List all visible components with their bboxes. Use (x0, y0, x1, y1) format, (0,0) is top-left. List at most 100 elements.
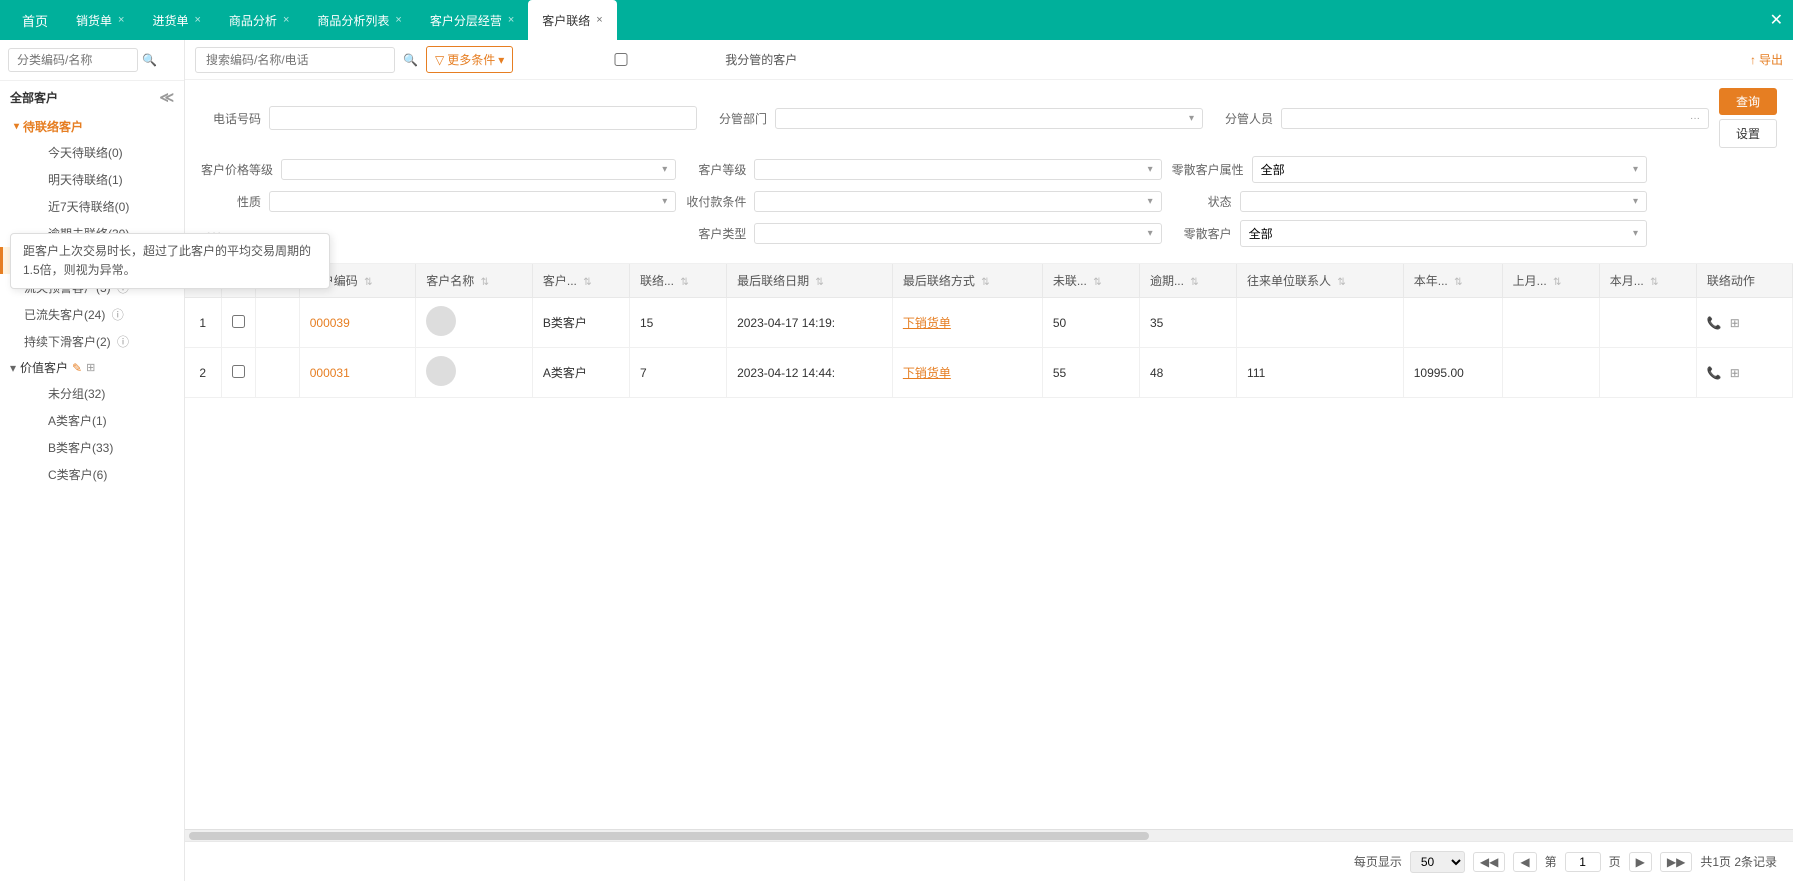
filter-retail-attr-select[interactable]: 全部 ▾ (1252, 156, 1647, 183)
category-sort-icon: ⇅ (583, 277, 591, 288)
th-last-date[interactable]: 最后联络日期 ⇅ (727, 264, 893, 298)
sidebar-waiting-section[interactable]: ▾ 待联络客户 (0, 114, 184, 139)
row2-grid-icon[interactable]: ⊞ (1730, 366, 1740, 380)
sidebar-item-declining[interactable]: 持续下滑客户(2) ⓘ (0, 328, 184, 355)
filter-payment-arrow: ▾ (1148, 196, 1153, 207)
nav-analysis-close[interactable]: × (283, 14, 289, 26)
nav-home[interactable]: 首页 (8, 0, 62, 40)
sidebar-collapse-btn[interactable]: ≪ (159, 89, 174, 106)
sidebar-item-today[interactable]: 今天待联络(0) (24, 139, 184, 166)
filter-payment-select[interactable]: ▾ (754, 191, 1161, 212)
anomaly-tooltip: 距客户上次交易时长，超过了此客户的平均交易周期的1.5倍，则视为异常。 (10, 233, 185, 289)
nav-analysis[interactable]: 商品分析 × (215, 0, 303, 40)
td-last-date-1: 2023-04-17 14:19: (727, 298, 893, 348)
scroll-thumb[interactable] (189, 832, 1149, 840)
td-contact-2: 7 (629, 348, 726, 398)
th-overdue[interactable]: 逾期... ⇅ (1139, 264, 1236, 298)
th-contact-person[interactable]: 往来单位联系人 ⇅ (1237, 264, 1404, 298)
nav-customer-contact-close[interactable]: × (596, 14, 602, 26)
td-contact-1: 15 (629, 298, 726, 348)
filter-price-grade-select[interactable]: ▾ (281, 159, 676, 180)
th-this-month[interactable]: 本月... ⇅ (1599, 264, 1696, 298)
th-name[interactable]: 客户名称 ⇅ (416, 264, 533, 298)
filter-price-grade-field: 客户价格等级 ▾ (201, 159, 676, 180)
value-group-manage-icon[interactable]: ⊞ (86, 361, 95, 374)
row2-phone-icon[interactable]: 📞 (1707, 366, 1722, 380)
sidebar-value-group[interactable]: ▾ 价值客户 ✎ ⊞ (0, 355, 184, 380)
sidebar-item-class-c[interactable]: C类客户(6) (24, 461, 184, 488)
nav-customer-contact[interactable]: 客户联络 × (528, 0, 616, 40)
td-action-1: 📞 ⊞ (1696, 298, 1792, 348)
filter-phone-input[interactable] (269, 106, 697, 130)
filter-nature-field: 性质 ▾ (201, 191, 676, 212)
filter-nature-select[interactable]: ▾ (269, 191, 676, 212)
td-this-year-2: 10995.00 (1403, 348, 1502, 398)
value-items: 未分组(32) A类客户(1) B类客户(33) C类客户(6) (0, 380, 184, 488)
th-uncontacted[interactable]: 未联... ⇅ (1042, 264, 1139, 298)
sidebar-item-class-a[interactable]: A类客户(1) (24, 407, 184, 434)
nav-customer-mgmt[interactable]: 客户分层经营 × (416, 0, 528, 40)
table-row: 2 000031 A类客户 7 2023-04-12 14:44: 下销货单 (185, 348, 1793, 398)
page-number-input[interactable] (1565, 852, 1601, 872)
next-page-btn[interactable]: ▶ (1629, 852, 1652, 872)
th-contact[interactable]: 联络... ⇅ (629, 264, 726, 298)
sidebar-item-ungrouped[interactable]: 未分组(32) (24, 380, 184, 407)
nav-purchase[interactable]: 进货单 × (138, 0, 214, 40)
sidebar-search-input[interactable] (8, 48, 138, 72)
th-this-year[interactable]: 本年... ⇅ (1403, 264, 1502, 298)
customer-table: ⚙ 客户编码 ⇅ 客户名称 ⇅ 客户... ⇅ (185, 264, 1793, 398)
filter-person-select[interactable]: ··· (1281, 108, 1709, 129)
nav-sales[interactable]: 销货单 × (62, 0, 138, 40)
sidebar-item-lost[interactable]: 已流失客户(24) ⓘ (0, 301, 184, 328)
td-name-2 (416, 348, 533, 398)
td-last-method-2[interactable]: 下销货单 (892, 348, 1042, 398)
table-horizontal-scrollbar[interactable] (185, 829, 1793, 841)
td-code-2[interactable]: 000031 (299, 348, 416, 398)
query-button[interactable]: 查询 (1719, 88, 1777, 115)
setting-button[interactable]: 设置 (1719, 119, 1777, 148)
sidebar-item-week[interactable]: 近7天待联络(0) (24, 193, 184, 220)
search-input[interactable] (195, 47, 395, 73)
nav-purchase-close[interactable]: × (194, 14, 200, 26)
td-last-method-1[interactable]: 下销货单 (892, 298, 1042, 348)
table-header: ⚙ 客户编码 ⇅ 客户名称 ⇅ 客户... ⇅ (185, 264, 1793, 298)
th-last-method[interactable]: 最后联络方式 ⇅ (892, 264, 1042, 298)
th-last-month[interactable]: 上月... ⇅ (1502, 264, 1599, 298)
nav-customer-mgmt-close[interactable]: × (508, 14, 514, 26)
row2-checkbox[interactable] (232, 365, 245, 378)
prev-page-btn[interactable]: ◀ (1513, 852, 1536, 872)
sidebar-search-icon[interactable]: 🔍 (142, 53, 157, 67)
nav-analysis-list-close[interactable]: × (395, 14, 401, 26)
more-conditions-btn[interactable]: ▽ 更多条件 ▾ (426, 46, 513, 73)
sidebar-item-class-b[interactable]: B类客户(33) (24, 434, 184, 461)
row1-grid-icon[interactable]: ⊞ (1730, 316, 1740, 330)
window-close-button[interactable]: ✕ (1770, 10, 1783, 30)
filter-customer-grade-select[interactable]: ▾ (754, 159, 1161, 180)
search-button[interactable]: 🔍 (403, 53, 418, 67)
filter-retail-customer-select[interactable]: 全部 ▾ (1240, 220, 1647, 247)
row1-phone-icon[interactable]: 📞 (1707, 316, 1722, 330)
export-btn[interactable]: ↑ 导出 (1750, 51, 1783, 68)
filter-status-arrow: ▾ (1633, 196, 1638, 207)
sidebar-all-customers-header: 全部客户 ≪ (0, 81, 184, 114)
first-page-btn[interactable]: ◀◀ (1473, 852, 1505, 872)
row1-checkbox[interactable] (232, 315, 245, 328)
my-customers-checkbox-input[interactable] (521, 53, 721, 66)
sidebar-item-tomorrow[interactable]: 明天待联络(1) (24, 166, 184, 193)
last-page-btn[interactable]: ▶▶ (1660, 852, 1692, 872)
td-contact-person-1 (1237, 298, 1404, 348)
th-category[interactable]: 客户... ⇅ (532, 264, 629, 298)
td-last-date-2: 2023-04-12 14:44: (727, 348, 893, 398)
filter-status-select[interactable]: ▾ (1240, 191, 1647, 212)
page-unit: 页 (1609, 853, 1621, 870)
filter-dept-select[interactable]: ▾ (775, 108, 1203, 129)
filter-customer-type-select[interactable]: ▾ (754, 223, 1161, 244)
per-page-select[interactable]: 50 20 100 (1410, 851, 1465, 873)
sidebar-search-area: 🔍 (0, 40, 184, 81)
value-group-edit-icon[interactable]: ✎ (72, 361, 82, 375)
my-customers-checkbox[interactable]: 我分管的客户 (521, 51, 797, 68)
nav-sales-close[interactable]: × (118, 14, 124, 26)
contact-sort-icon: ⇅ (680, 277, 688, 288)
nav-analysis-list[interactable]: 商品分析列表 × (303, 0, 415, 40)
td-code-1[interactable]: 000039 (299, 298, 416, 348)
